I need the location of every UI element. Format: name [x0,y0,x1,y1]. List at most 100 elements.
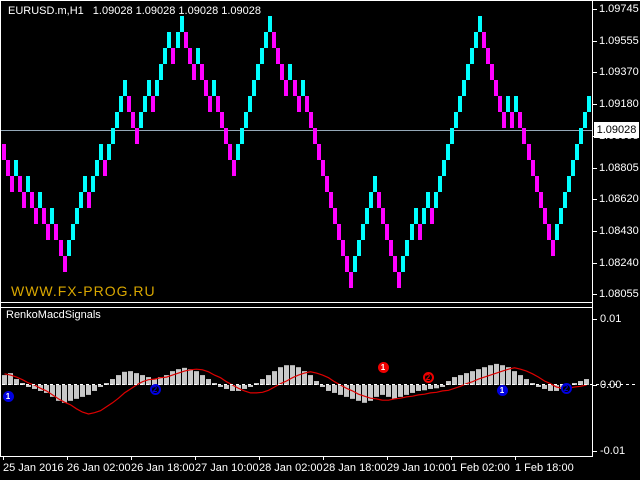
renko-up-brick [357,240,361,256]
time-axis-tick [451,456,452,460]
renko-down-brick [417,224,422,240]
renko-up-brick [14,160,19,176]
indicator-plot-area[interactable] [1,308,592,456]
renko-down-brick [219,112,224,128]
renko-down-brick [232,160,236,176]
renko-down-brick [316,144,321,160]
renko-down-brick [490,64,495,80]
renko-down-brick [304,96,309,112]
renko-up-brick [82,176,87,192]
price-scale-label: 1.08055 [599,288,639,300]
renko-up-brick [78,192,83,208]
renko-down-brick [486,48,491,64]
renko-up-brick [143,96,148,112]
price-scale-label: 1.09555 [599,35,639,47]
time-axis-label: 26 Jan 02:00 [67,462,131,474]
renko-up-brick [159,64,164,80]
price-scale-label: 1.09180 [599,98,639,110]
renko-down-brick [526,144,531,160]
macd-histogram-bar [500,365,505,385]
time-axis-label: 1 Feb 02:00 [451,462,510,474]
renko-up-brick [441,160,446,176]
main-chart-plot-area[interactable]: WWW.FX-PROG.RU EURUSD.m,H1 1.09028 1.0902… [1,1,592,302]
renko-up-brick [433,192,438,208]
renko-down-brick [215,96,220,112]
renko-up-brick [50,208,55,224]
renko-down-brick [510,112,515,128]
time-axis-label: 29 Jan 10:00 [387,462,451,474]
renko-up-brick [236,144,240,160]
renko-up-brick [260,48,265,64]
renko-down-brick [522,128,527,144]
renko-up-brick [574,144,579,160]
renko-up-brick [514,96,519,112]
macd-histogram-bar [224,385,229,389]
renko-down-brick [54,224,59,240]
renko-down-brick [530,160,535,176]
price-scale-tick [592,263,597,264]
renko-down-brick [127,96,132,112]
renko-up-brick [268,16,273,32]
macd-histogram-bar [362,385,367,403]
macd-histogram-bar [422,385,427,391]
renko-up-brick [474,32,478,48]
renko-down-brick [344,256,349,272]
macd-histogram-bar [26,385,31,387]
indicator-scale-tick [592,451,597,452]
renko-up-brick [409,224,414,240]
macd-histogram-bar [494,363,499,385]
time-axis-tick [515,456,516,460]
macd-histogram-bar [398,385,403,397]
renko-down-brick [308,112,313,128]
macd-histogram-bar [290,365,295,385]
renko-up-brick [94,160,99,176]
renko-down-brick [534,176,539,192]
renko-up-brick [587,96,591,112]
indicator-scale-tick [592,319,597,320]
macd-histogram-bar [242,385,247,389]
renko-down-brick [191,64,196,80]
renko-up-brick [457,96,462,112]
chart-window: WWW.FX-PROG.RU EURUSD.m,H1 1.09028 1.0902… [0,0,640,480]
renko-down-brick [429,208,434,224]
renko-up-brick [506,96,511,112]
renko-up-brick [478,16,482,32]
renko-up-brick [264,32,269,48]
zero-level-dashed-line [2,384,636,385]
macd-histogram-bar [176,369,181,385]
renko-down-brick [10,176,15,192]
time-axis[interactable]: 25 Jan 2016 26 Jan 02:00 26 Jan 18:00 27 Ja… [0,456,640,480]
macd-histogram-bar [98,385,103,387]
macd-histogram-bar [380,385,385,395]
renko-up-brick [369,192,374,208]
macd-histogram-bar [434,385,439,389]
renko-up-brick [353,256,357,272]
renko-down-brick [312,128,317,144]
renko-down-brick [2,144,6,160]
renko-up-brick [90,176,95,192]
renko-down-brick [207,96,212,112]
renko-down-brick [102,160,107,176]
renko-down-brick [542,208,547,224]
indicator-scale-label: 0.01 [600,313,622,325]
time-axis-tick [323,456,324,460]
renko-down-brick [324,176,329,192]
renko-up-brick [98,144,103,160]
time-axis-label: 26 Jan 18:00 [131,462,195,474]
blue-circled-1-marker: 1 [2,390,14,402]
macd-histogram-bar [188,369,193,385]
macd-histogram-bar [170,371,175,385]
renko-down-brick [62,256,67,272]
renko-down-brick [58,240,63,256]
renko-down-brick [397,272,402,288]
renko-down-brick [276,48,281,64]
ohlc-values: 1.09028 1.09028 1.09028 1.09028 [92,5,262,17]
current-price-line [1,130,592,131]
macd-histogram-bar [332,385,337,393]
renko-up-brick [449,128,454,144]
renko-up-brick [570,160,575,176]
renko-down-brick [498,96,503,112]
renko-up-brick [26,176,31,192]
renko-down-brick [46,224,51,240]
macd-histogram-bar [74,385,79,399]
